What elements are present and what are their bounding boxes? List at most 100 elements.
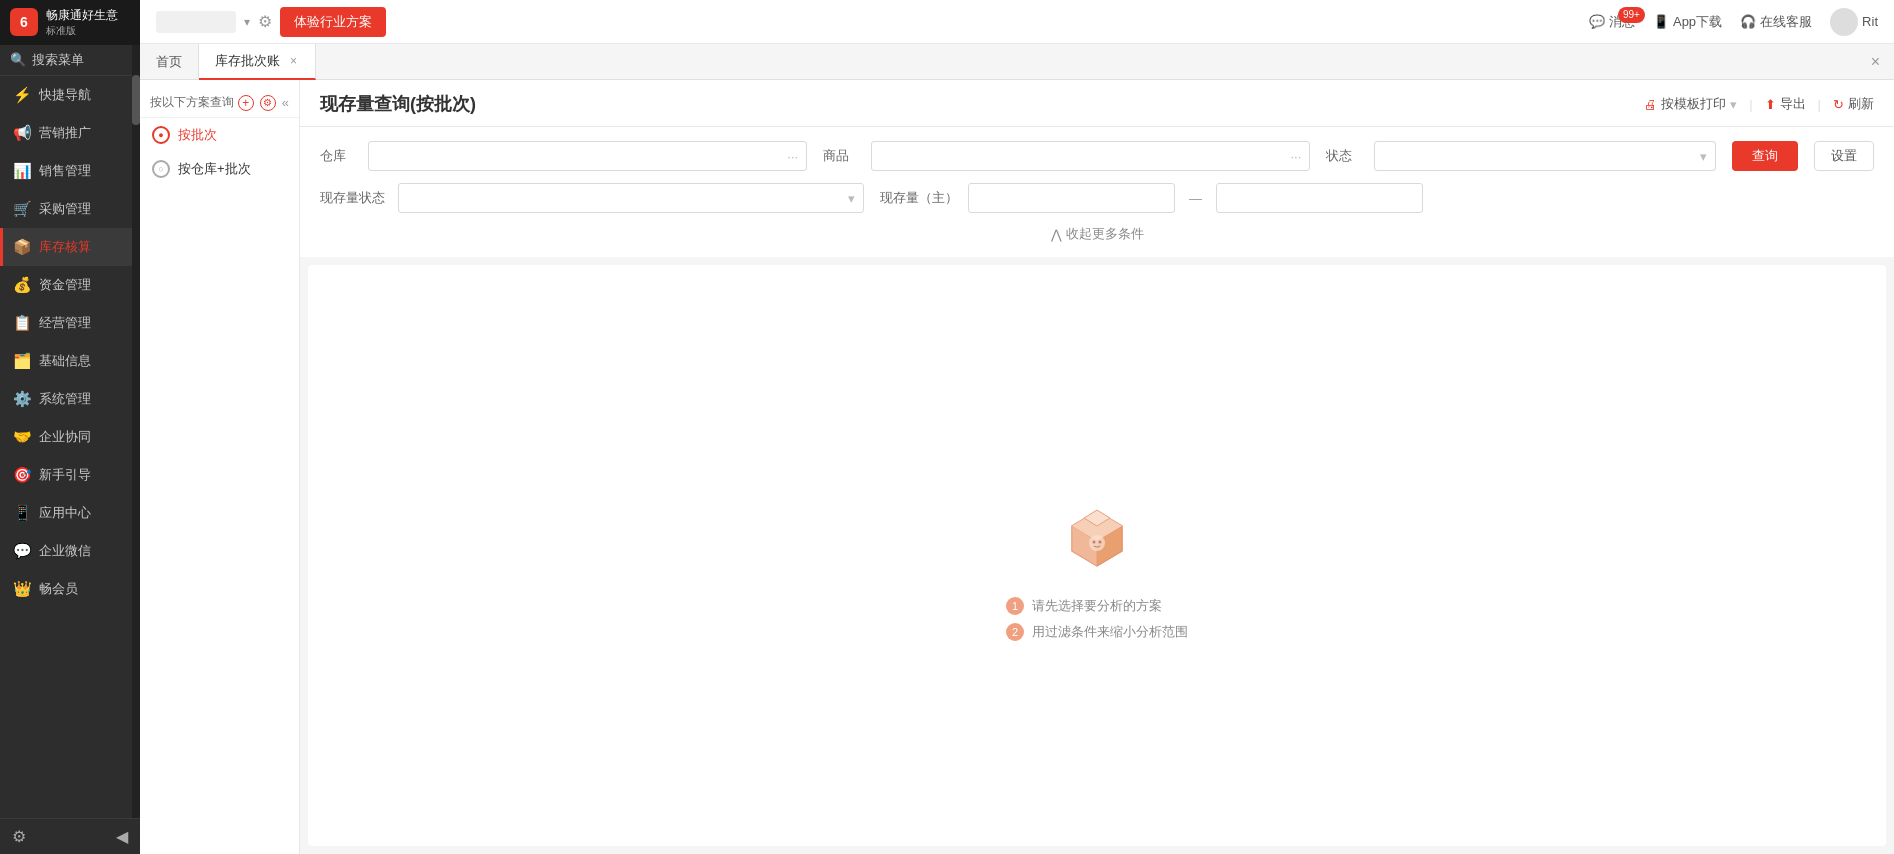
app-center-icon: 📱 <box>13 504 31 522</box>
search-icon: 🔍 <box>10 52 26 67</box>
message-icon: 💬 <box>1589 14 1605 29</box>
action-divider: | <box>1749 97 1752 112</box>
sidebar-search-item[interactable]: 🔍 搜索菜单 <box>0 45 132 76</box>
sidebar-item-operation[interactable]: 📋 经营管理 <box>0 304 132 342</box>
right-panel: 现存量查询(按批次) 🖨 按模板打印 ▾ | ⬆ 导出 | <box>300 80 1894 854</box>
sales-icon: 📊 <box>13 162 31 180</box>
empty-tip-1: 1 请先选择要分析的方案 <box>1006 597 1188 615</box>
inventory-icon: 📦 <box>13 238 31 256</box>
tab-close-icon[interactable]: × <box>288 54 299 68</box>
marketing-icon: 📢 <box>13 124 31 142</box>
message-badge: 99+ <box>1618 7 1645 23</box>
collapse-footer-icon[interactable]: ◀ <box>116 827 128 846</box>
quick-nav-icon: ⚡ <box>13 86 31 104</box>
sidebar-item-member[interactable]: 👑 畅会员 <box>0 570 132 608</box>
print-btn[interactable]: 🖨 按模板打印 ▾ <box>1644 95 1737 113</box>
left-panel-header-icons: + ⚙ « <box>238 95 289 111</box>
sidebar-item-basic[interactable]: 🗂️ 基础信息 <box>0 342 132 380</box>
sidebar-item-marketing[interactable]: 📢 营销推广 <box>0 114 132 152</box>
scheme-item-by-warehouse-batch[interactable]: ○ 按仓库+批次 <box>140 152 299 186</box>
topbar-left: ▾ ⚙ 体验行业方案 <box>156 7 1579 37</box>
empty-svg-illustration <box>1042 471 1152 581</box>
left-panel: 按以下方案查询 + ⚙ « ● 按批次 ○ 按仓库+批次 <box>140 80 300 854</box>
export-btn[interactable]: ⬆ 导出 <box>1765 95 1806 113</box>
tab-home[interactable]: 首页 <box>140 44 199 80</box>
action-divider2: | <box>1818 97 1821 112</box>
message-btn[interactable]: 💬 消息 99+ <box>1589 13 1635 31</box>
online-service-btn[interactable]: 🎧 在线客服 <box>1740 13 1812 31</box>
settings-footer-icon[interactable]: ⚙ <box>12 827 26 846</box>
tip1-text: 请先选择要分析的方案 <box>1032 597 1162 615</box>
status-arrow-icon: ▾ <box>1700 149 1707 164</box>
sidebar-item-app-center[interactable]: 📱 应用中心 <box>0 494 132 532</box>
experience-btn[interactable]: 体验行业方案 <box>280 7 386 37</box>
query-field-stock-status: 现存量状态 ▾ <box>320 183 864 213</box>
scheme-item-by-batch[interactable]: ● 按批次 <box>140 118 299 152</box>
stock-qty-dash: — <box>1189 191 1202 206</box>
print-chevron-icon: ▾ <box>1730 97 1737 112</box>
sidebar-logo: 6 <box>10 8 38 36</box>
tab-inventory-batch[interactable]: 库存批次账 × <box>199 44 316 80</box>
svg-point-6 <box>1089 535 1105 551</box>
basic-icon: 🗂️ <box>13 352 31 370</box>
main-area: ▾ ⚙ 体验行业方案 💬 消息 99+ 📱 App下载 🎧 在线客服 Rit <box>140 0 1894 854</box>
sidebar-item-enterprise[interactable]: 🤝 企业协同 <box>0 418 132 456</box>
sidebar-footer: ⚙ ◀ <box>0 818 140 854</box>
scheme-settings-icon[interactable]: ⚙ <box>260 95 276 111</box>
scheme-inactive-icon: ○ <box>152 160 170 178</box>
operation-icon: 📋 <box>13 314 31 332</box>
user-avatar-btn[interactable]: Rit <box>1830 8 1878 36</box>
sidebar-scrollbar <box>132 45 140 818</box>
query-btn[interactable]: 查询 <box>1732 141 1798 171</box>
query-row-1: 仓库 ··· 商品 ··· 状态 ▾ <box>320 141 1874 171</box>
app-download-btn[interactable]: 📱 App下载 <box>1653 13 1722 31</box>
stock-qty-min-input[interactable] <box>968 183 1175 213</box>
tip1-num: 1 <box>1006 597 1024 615</box>
tip2-text: 用过滤条件来缩小分析范围 <box>1032 623 1188 641</box>
topbar: ▾ ⚙ 体验行业方案 💬 消息 99+ 📱 App下载 🎧 在线客服 Rit <box>140 0 1894 44</box>
product-input[interactable]: ··· <box>871 141 1310 171</box>
collapse-chevron-icon: ⋀ <box>1051 227 1062 242</box>
sidebar-item-wechat[interactable]: 💬 企业微信 <box>0 532 132 570</box>
page-title-actions: 🖨 按模板打印 ▾ | ⬆ 导出 | ↻ 刷新 <box>1644 95 1874 113</box>
topbar-settings-icon[interactable]: ⚙ <box>258 12 272 31</box>
export-icon: ⬆ <box>1765 97 1776 112</box>
guide-icon: 🎯 <box>13 466 31 484</box>
content-area: 按以下方案查询 + ⚙ « ● 按批次 ○ 按仓库+批次 现存量查询( <box>140 80 1894 854</box>
sidebar-item-guide[interactable]: 🎯 新手引导 <box>0 456 132 494</box>
sidebar-item-inventory[interactable]: 📦 库存核算 <box>0 228 132 266</box>
settings-btn[interactable]: 设置 <box>1814 141 1874 171</box>
sidebar-item-finance[interactable]: 💰 资金管理 <box>0 266 132 304</box>
tip2-num: 2 <box>1006 623 1024 641</box>
stock-status-select[interactable]: ▾ <box>398 183 864 213</box>
svg-point-7 <box>1093 540 1096 543</box>
add-scheme-icon[interactable]: + <box>238 95 254 111</box>
collapse-panel-icon[interactable]: « <box>282 95 289 111</box>
empty-tip-2: 2 用过滤条件来缩小分析范围 <box>1006 623 1188 641</box>
sidebar-scrollbar-thumb <box>132 75 140 125</box>
status-select[interactable]: ▾ <box>1374 141 1716 171</box>
sidebar-item-quick-nav[interactable]: ⚡ 快捷导航 <box>0 76 132 114</box>
tabs-close-all-btn[interactable]: × <box>1857 53 1894 71</box>
sidebar-header: 6 畅康通好生意 标准版 <box>0 0 140 45</box>
sidebar-item-system[interactable]: ⚙️ 系统管理 <box>0 380 132 418</box>
refresh-icon: ↻ <box>1833 97 1844 112</box>
warehouse-input[interactable]: ··· <box>368 141 807 171</box>
purchase-icon: 🛒 <box>13 200 31 218</box>
sidebar-brand: 畅康通好生意 标准版 <box>46 8 118 37</box>
user-name: Rit <box>1862 14 1878 29</box>
finance-icon: 💰 <box>13 276 31 294</box>
collapse-row: ⋀ 收起更多条件 <box>320 225 1874 243</box>
topbar-breadcrumb <box>156 11 236 33</box>
collapse-more-btn[interactable]: ⋀ 收起更多条件 <box>320 225 1874 243</box>
stock-qty-max-input[interactable] <box>1216 183 1423 213</box>
svg-point-8 <box>1099 540 1102 543</box>
query-field-stock-qty: 现存量（主） — <box>880 183 1424 213</box>
refresh-btn[interactable]: ↻ 刷新 <box>1833 95 1874 113</box>
query-field-product: 商品 ··· <box>823 141 1310 171</box>
sidebar-item-purchase[interactable]: 🛒 采购管理 <box>0 190 132 228</box>
page-title-row: 现存量查询(按批次) 🖨 按模板打印 ▾ | ⬆ 导出 | <box>320 92 1874 126</box>
sidebar-item-sales[interactable]: 📊 销售管理 <box>0 152 132 190</box>
query-field-warehouse: 仓库 ··· <box>320 141 807 171</box>
empty-state: 1 请先选择要分析的方案 2 用过滤条件来缩小分析范围 <box>308 265 1886 846</box>
